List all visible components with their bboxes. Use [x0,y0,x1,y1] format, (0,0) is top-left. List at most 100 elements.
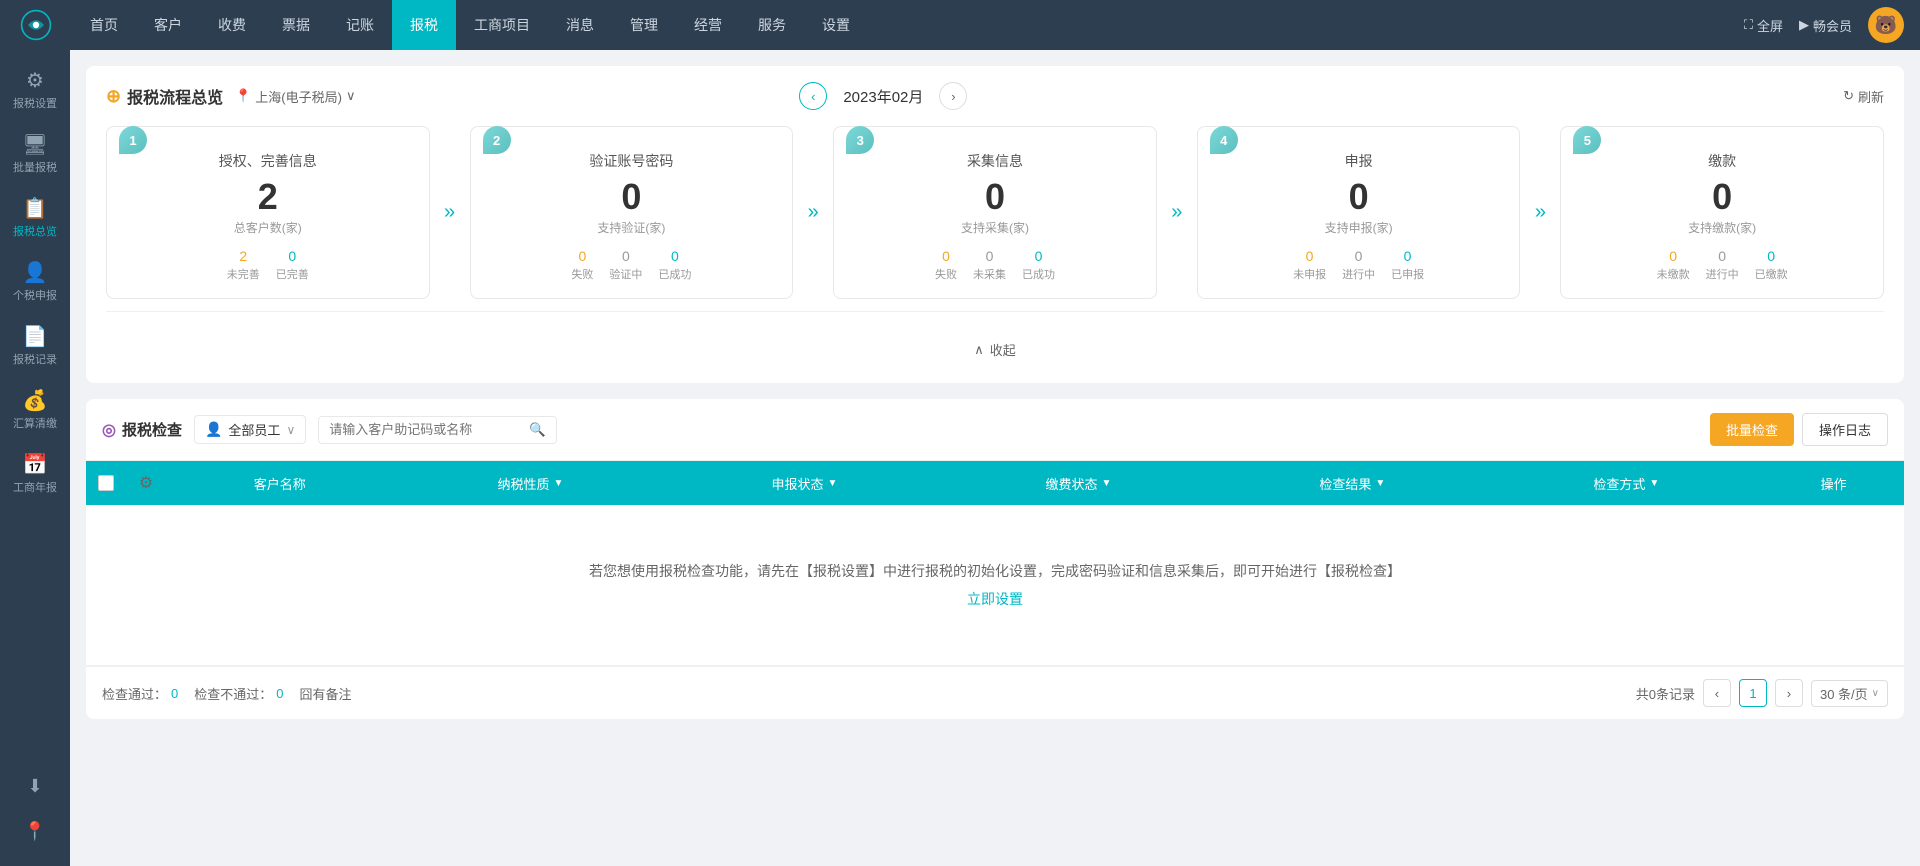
step-2-count: 0 [621,179,641,215]
step-5-stat-1-val: 0 [1718,248,1726,264]
next-page-button[interactable]: › [1775,679,1803,707]
refresh-button[interactable]: ↻ 刷新 [1843,87,1884,106]
sidebar-item-tax-settings[interactable]: ⚙ 报税设置 [0,58,70,122]
empty-state: 若您想使用报税检查功能，请先在【报税设置】中进行报税的初始化设置，完成密码验证和… [94,517,1896,653]
step-5-stat-1[interactable]: 0 进行中 [1706,248,1739,282]
step-4-stat-2[interactable]: 0 已申报 [1391,248,1424,282]
next-month-button[interactable]: › [939,82,967,110]
table-header: ⚙ 客户名称 纳税性质 ▼ [86,461,1904,505]
current-page[interactable]: 1 [1739,679,1767,707]
nav-tax[interactable]: 报税 [392,0,456,50]
collapse-button[interactable]: ∧ 收起 [106,332,1884,367]
step-5-count: 0 [1712,179,1732,215]
nav-manage[interactable]: 管理 [612,0,676,50]
check-method-header[interactable]: 检查方式 ▼ [1593,474,1659,493]
step-3-stat-2[interactable]: 0 已成功 [1022,248,1055,282]
step-2-stats: 0 失败 0 验证中 0 已成功 [571,248,691,282]
nav-account[interactable]: 记账 [328,0,392,50]
nav-service[interactable]: 服务 [740,0,804,50]
step-2-stat-1-val: 0 [622,248,630,264]
per-page-selector[interactable]: 30 条/页 ∨ [1811,680,1888,707]
table-footer: 检查通过： 0 检查不通过： 0 囧有备注 共0条记录 ‹ 1 › 30 条/页 [86,666,1904,719]
check-method-filter-icon: ▼ [1649,478,1659,489]
step-arrow-2: » [793,126,833,299]
step-3-stat-1[interactable]: 0 未采集 [973,248,1006,282]
step-2-stat-2[interactable]: 0 已成功 [658,248,691,282]
operation-log-button[interactable]: 操作日志 [1802,413,1888,446]
nav-message[interactable]: 消息 [548,0,612,50]
content-area: ⊕ 报税流程总览 📍 上海(电子税局) ∨ ‹ 2023年02月 › ↻ 刷新 [70,50,1920,866]
sidebar-item-batch-tax[interactable]: 🖥 批量报税 [0,122,70,186]
step-1-stat-0[interactable]: 2 未完善 [227,248,260,282]
sidebar-label-batch-tax: 批量报税 [13,161,57,175]
step-2-card: 2 验证账号密码 0 支持验证(家) 0 失败 0 验证中 [470,126,794,299]
search-button[interactable]: 🔍 [519,417,556,443]
step-2-stat-0[interactable]: 0 失败 [571,248,593,282]
staff-filter-dropdown[interactable]: 👤 全部员工 ∨ [194,415,306,444]
search-input[interactable] [319,417,519,442]
prev-page-button[interactable]: ‹ [1703,679,1731,707]
sidebar-item-settlement[interactable]: 💰 汇算清缴 [0,378,70,442]
fail-value[interactable]: 0 [276,686,283,701]
table-body: 若您想使用报税检查功能，请先在【报税设置】中进行报税的初始化设置，完成密码验证和… [86,505,1904,666]
setup-link[interactable]: 立即设置 [967,591,1023,607]
annual-report-icon: 📅 [23,452,48,477]
step-1-stat-1[interactable]: 0 已完善 [276,248,309,282]
column-settings-icon[interactable]: ⚙ [139,475,153,492]
step-3-subtitle: 支持采集(家) [961,219,1029,236]
step-4-stat-0[interactable]: 0 未申报 [1293,248,1326,282]
nav-client[interactable]: 客户 [136,0,200,50]
tax-type-filter-icon: ▼ [554,478,564,489]
select-all-checkbox[interactable] [98,475,114,491]
step-3-card: 3 采集信息 0 支持采集(家) 0 失败 0 未采集 [833,126,1157,299]
step-4-subtitle: 支持申报(家) [1325,219,1393,236]
sidebar-download-button[interactable]: ⬇ [19,768,50,805]
step-4-stat-0-val: 0 [1306,248,1314,264]
step-5-stat-2[interactable]: 0 已缴款 [1755,248,1788,282]
sidebar-item-tax-record[interactable]: 📄 报税记录 [0,314,70,378]
sidebar-item-tax-overview[interactable]: 📋 报税总览 [0,186,70,250]
video-icon: ▶ [1799,17,1809,33]
tax-check-table: ⚙ 客户名称 纳税性质 ▼ [86,461,1904,666]
pass-value[interactable]: 0 [171,686,178,701]
sidebar-bottom: ⬇ 📍 [16,768,54,866]
nav-settings[interactable]: 设置 [804,0,868,50]
step-4-stat-1[interactable]: 0 进行中 [1342,248,1375,282]
nav-business[interactable]: 工商项目 [456,0,548,50]
sidebar-item-personal-tax[interactable]: 👤 个税申报 [0,250,70,314]
prev-month-button[interactable]: ‹ [799,82,827,110]
step-arrow-1: » [430,126,470,299]
staff-filter-label: 全部员工 [228,420,280,439]
declare-status-header[interactable]: 申报状态 ▼ [771,474,837,493]
step-3-stat-0-label: 失败 [935,266,957,282]
step-3-stat-0-val: 0 [942,248,950,264]
location-badge[interactable]: 📍 上海(电子税局) ∨ [235,87,355,106]
check-result-header[interactable]: 检查结果 ▼ [1319,474,1385,493]
tax-type-header[interactable]: 纳税性质 ▼ [498,474,564,493]
pay-status-header[interactable]: 缴费状态 ▼ [1045,474,1111,493]
step-1-card: 1 授权、完善信息 2 总客户数(家) 2 未完善 0 已完善 [106,126,430,299]
pass-label: 检查通过： [102,684,167,703]
step-5-stat-0[interactable]: 0 未缴款 [1657,248,1690,282]
batch-check-button[interactable]: 批量检查 [1710,413,1794,446]
step-1-stat-1-val: 0 [288,248,296,264]
data-table: ⚙ 客户名称 纳税性质 ▼ [86,461,1904,666]
nav-fee[interactable]: 收费 [200,0,264,50]
fullscreen-button[interactable]: ⛶ 全屏 [1744,16,1783,35]
nav-items: 首页 客户 收费 票据 记账 报税 工商项目 消息 管理 经营 服务 设置 [72,0,1744,50]
vip-button[interactable]: ▶ 畅会员 [1799,16,1852,35]
step-3-stat-0[interactable]: 0 失败 [935,248,957,282]
sidebar-location-button[interactable]: 📍 [16,813,54,850]
step-4-stat-1-val: 0 [1355,248,1363,264]
nav-invoice[interactable]: 票据 [264,0,328,50]
nav-home[interactable]: 首页 [72,0,136,50]
month-text: 2023年02月 [843,86,923,107]
avatar[interactable]: 🐻 [1868,7,1904,43]
step-2-stat-1[interactable]: 0 验证中 [609,248,642,282]
step-3-stat-1-label: 未采集 [973,266,1006,282]
th-settings: ⚙ [126,461,166,505]
nav-right: ⛶ 全屏 ▶ 畅会员 🐻 [1744,7,1904,43]
nav-operate[interactable]: 经营 [676,0,740,50]
sidebar-item-annual-report[interactable]: 📅 工商年报 [0,442,70,506]
pay-status-label: 缴费状态 [1045,474,1097,493]
